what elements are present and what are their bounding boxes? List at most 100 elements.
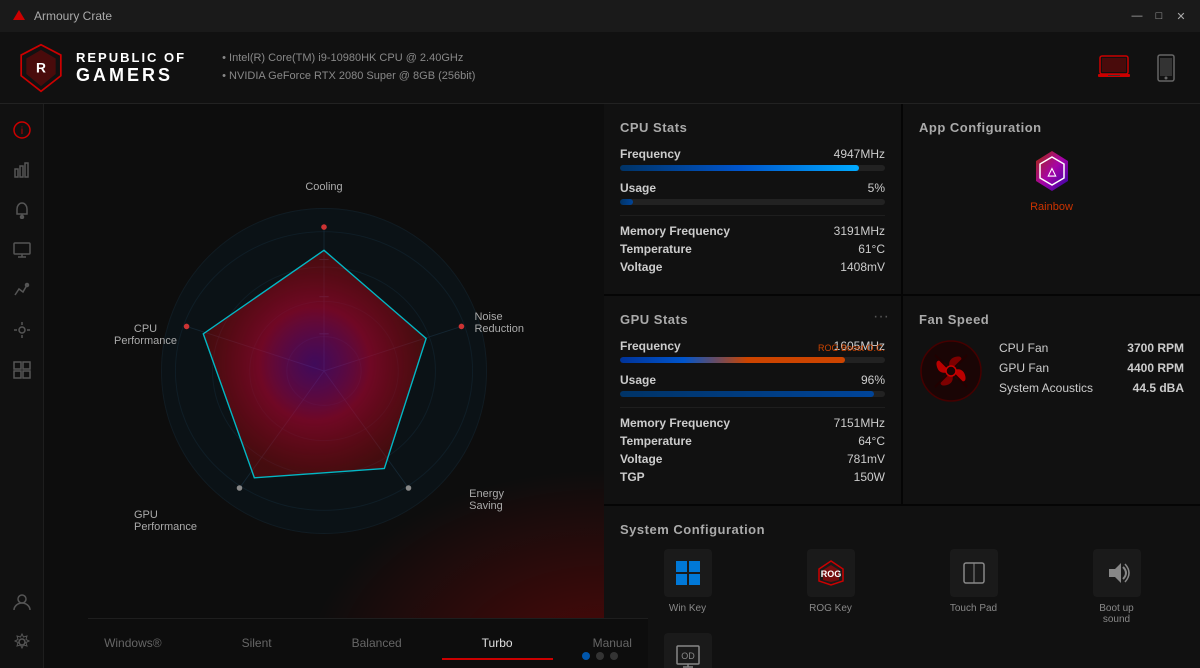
cpu-divider (620, 215, 885, 216)
rog-key-button[interactable]: ROG ROG Key (763, 549, 898, 625)
gpu-mem-freq-label: Memory Frequency (620, 416, 730, 430)
gpu-mem-freq-value: 7151MHz (834, 416, 885, 430)
republic-of-label: REPUBLIC OF (76, 50, 186, 65)
sidebar-item-notifications[interactable] (4, 192, 40, 228)
cpu-usage-bar-fill (620, 199, 633, 205)
touch-pad-button[interactable]: Touch Pad (906, 549, 1041, 625)
win-key-button[interactable]: Win Key (620, 549, 755, 625)
main-content: i (0, 104, 1200, 668)
cpu-info: • Intel(R) Core(TM) i9-10980HK CPU @ 2.4… (222, 50, 475, 68)
fan-speed-panel: Fan Speed (903, 296, 1200, 504)
right-panels: CPU Stats Frequency 4947MHz Usage 5% (604, 104, 1200, 668)
sidebar-item-info[interactable]: i (4, 112, 40, 148)
fan-content: CPU Fan 3700 RPM GPU Fan 4400 RPM System… (919, 339, 1184, 403)
gpu-divider (620, 407, 885, 408)
system-config-title: System Configuration (620, 522, 1184, 537)
cpu-temp-label: Temperature (620, 242, 692, 256)
sidebar: i (0, 104, 44, 668)
cpu-temp-row: Temperature 61°C (620, 242, 885, 256)
svg-text:i: i (20, 126, 22, 137)
gpu-voltage-value: 781mV (847, 452, 885, 466)
scroll-dot-2 (596, 652, 604, 660)
title-bar-controls[interactable]: — □ ✕ (1130, 9, 1188, 23)
sidebar-item-display[interactable] (4, 232, 40, 268)
radar-label-noise: NoiseReduction (474, 311, 524, 335)
radar-chart: Cooling NoiseReduction EnergySaving GPUP… (114, 176, 534, 596)
minimize-button[interactable]: — (1130, 9, 1144, 23)
sidebar-item-user[interactable] (4, 584, 40, 620)
profile-tabs[interactable]: Windows® Silent Balanced Turbo Manual (88, 618, 648, 668)
gpu-more-button[interactable]: ··· (873, 308, 889, 326)
radar-label-cooling: Cooling (305, 181, 342, 193)
phone-view-button[interactable] (1148, 50, 1184, 86)
gpu-frequency-bar-fill (620, 357, 845, 363)
gpu-boost-label: ROG Boost O.C. (818, 343, 885, 353)
gpu-usage-bar (620, 391, 885, 397)
sidebar-item-lighting[interactable] (4, 312, 40, 348)
maximize-button[interactable]: □ (1152, 9, 1166, 23)
header-system-info: • Intel(R) Core(TM) i9-10980HK CPU @ 2.4… (222, 50, 475, 85)
app-config-panel: App Configuration △ (903, 104, 1200, 294)
laptop-view-button[interactable] (1096, 50, 1132, 86)
gpu-usage-label: Usage (620, 373, 656, 387)
gpu-voltage-label: Voltage (620, 452, 662, 466)
sidebar-item-settings[interactable] (4, 624, 40, 660)
gpu-tgp-value: 150W (854, 470, 885, 484)
cpu-mem-freq-value: 3191MHz (834, 224, 885, 238)
win-key-label: Win Key (669, 603, 706, 614)
title-bar: Armoury Crate — □ ✕ (0, 0, 1200, 32)
sidebar-item-performance[interactable] (4, 152, 40, 188)
touch-pad-label: Touch Pad (950, 603, 997, 614)
header-icons[interactable] (1096, 50, 1184, 86)
svg-text:R: R (36, 60, 46, 75)
cpu-frequency-row: Frequency 4947MHz (620, 147, 885, 161)
rog-shield-icon: R (16, 43, 66, 93)
fan-stats: CPU Fan 3700 RPM GPU Fan 4400 RPM System… (999, 341, 1184, 401)
boot-sound-button[interactable]: Boot upsound (1049, 549, 1184, 625)
cpu-mem-freq-label: Memory Frequency (620, 224, 730, 238)
rog-key-label: ROG Key (809, 603, 852, 614)
header-left: R REPUBLIC OF GAMERS • Intel(R) Core(TM)… (16, 43, 475, 93)
gpu-info: • NVIDIA GeForce RTX 2080 Super @ 8GB (2… (222, 68, 475, 86)
system-config-icons-row2: OD PanelOverdrive (620, 633, 1184, 668)
cpu-fan-value: 3700 RPM (1127, 341, 1184, 355)
rog-text: REPUBLIC OF GAMERS (76, 50, 186, 86)
cpu-fan-label: CPU Fan (999, 341, 1048, 355)
rog-key-icon: ROG (807, 549, 855, 597)
cpu-temp-value: 61°C (858, 242, 885, 256)
aura-sync-icon: △ (1028, 147, 1076, 195)
cpu-voltage-label: Voltage (620, 260, 662, 274)
sidebar-item-analytics[interactable] (4, 272, 40, 308)
cpu-voltage-value: 1408mV (840, 260, 885, 274)
touch-pad-icon (950, 549, 998, 597)
gamers-label: GAMERS (76, 65, 186, 86)
app-config-title: App Configuration (919, 120, 1184, 135)
boot-sound-icon (1093, 549, 1141, 597)
cpu-frequency-bar-fill (620, 165, 859, 171)
gpu-frequency-bar (620, 357, 885, 363)
tab-silent[interactable]: Silent (202, 628, 312, 660)
tab-windows[interactable]: Windows® (64, 628, 202, 660)
rog-logo: R REPUBLIC OF GAMERS (16, 43, 186, 93)
sidebar-item-layout[interactable] (4, 352, 40, 388)
cpu-mem-freq-row: Memory Frequency 3191MHz (620, 224, 885, 238)
tab-balanced[interactable]: Balanced (312, 628, 442, 660)
cpu-usage-label: Usage (620, 181, 656, 195)
fan-speed-title: Fan Speed (919, 312, 1184, 327)
gpu-usage-bar-fill (620, 391, 874, 397)
svg-text:ROG: ROG (820, 569, 841, 579)
scroll-dot-3 (610, 652, 618, 660)
cpu-voltage-row: Voltage 1408mV (620, 260, 885, 274)
gpu-fan-row: GPU Fan 4400 RPM (999, 361, 1184, 375)
svg-text:OD: OD (681, 651, 695, 661)
system-acoustics-value: 44.5 dBA (1133, 381, 1184, 395)
gpu-temp-value: 64°C (858, 434, 885, 448)
header: R REPUBLIC OF GAMERS • Intel(R) Core(TM)… (0, 32, 1200, 104)
tab-turbo[interactable]: Turbo (442, 628, 553, 660)
close-button[interactable]: ✕ (1174, 9, 1188, 23)
gpu-temp-row: Temperature 64°C (620, 434, 885, 448)
gpu-fan-label: GPU Fan (999, 361, 1049, 375)
app-title: Armoury Crate (34, 9, 112, 23)
system-acoustics-label: System Acoustics (999, 381, 1093, 395)
aura-sync-button[interactable]: △ Rainbow (919, 147, 1184, 213)
